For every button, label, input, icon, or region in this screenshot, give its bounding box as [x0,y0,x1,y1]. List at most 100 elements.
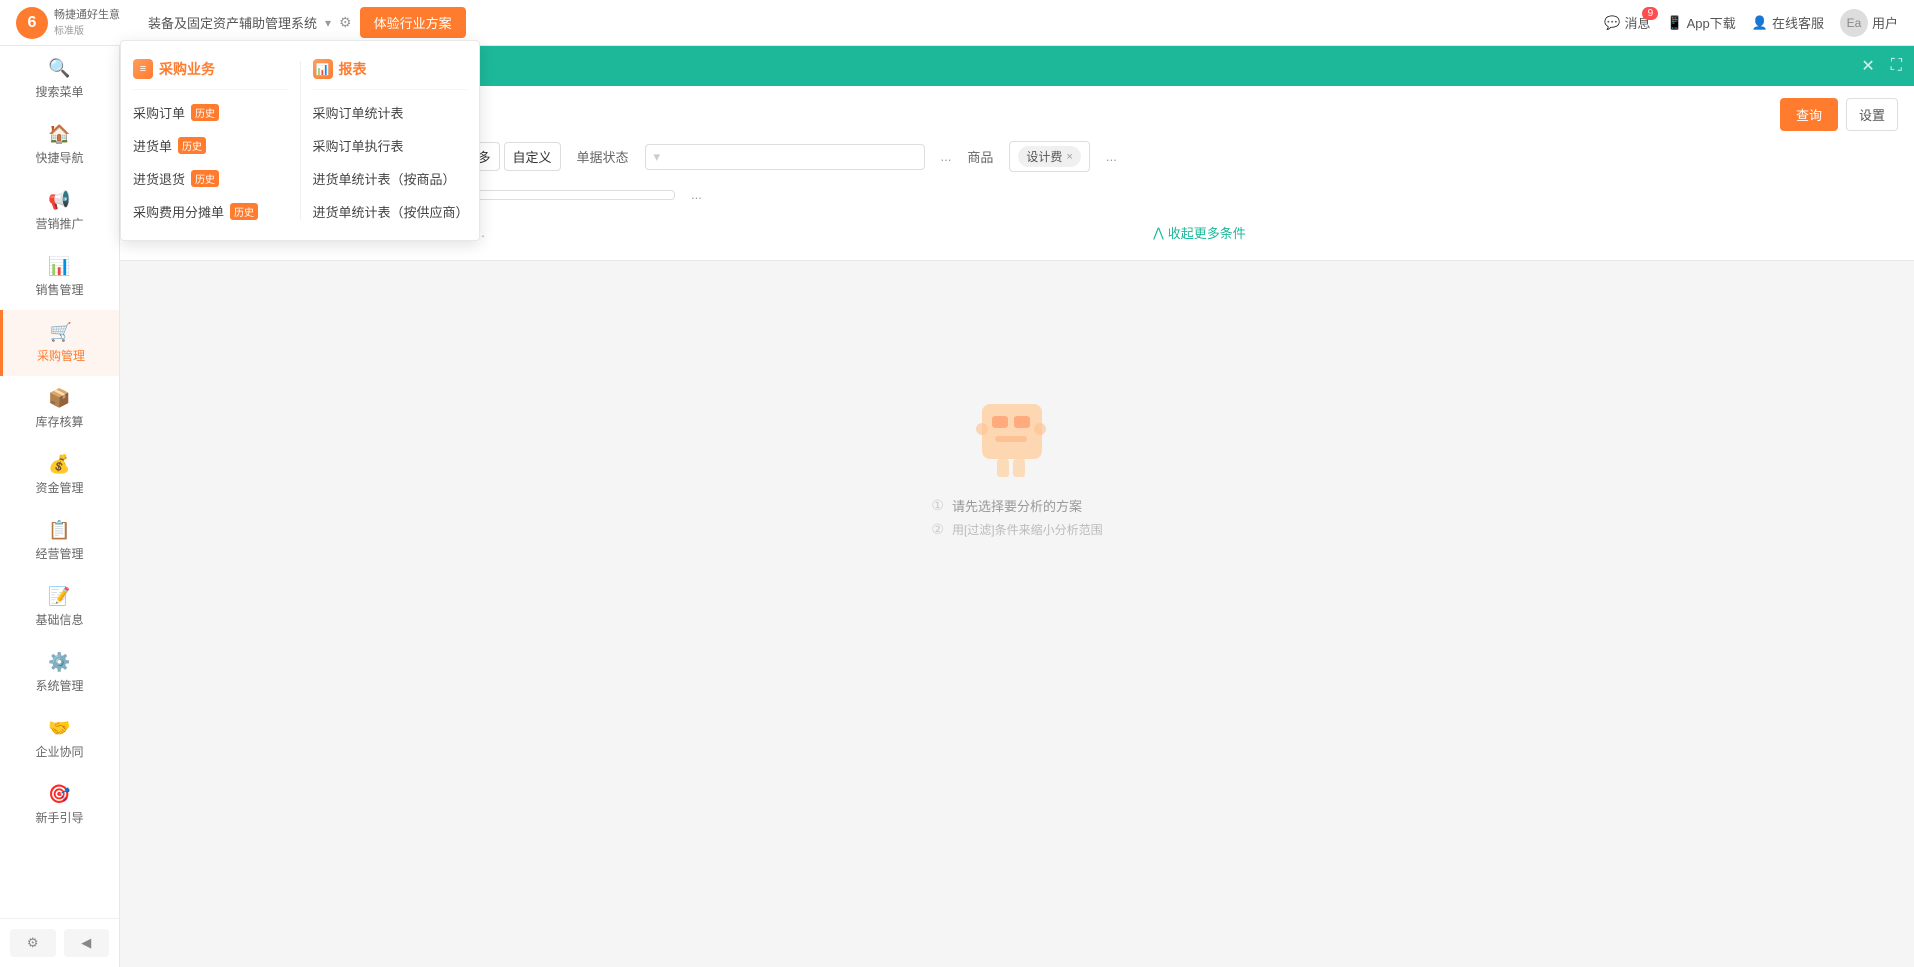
order-status-control[interactable]: ▾ [645,144,925,170]
history-badge-1: 历史 [178,137,206,154]
sidebar-item-sales[interactable]: 📊 销售管理 [0,244,119,310]
procurement-icon: 🛒 [50,322,72,343]
search-icon: 🔍 [48,58,70,79]
cooperation-icon: 🤝 [48,718,70,739]
avatar: Ea [1840,9,1868,37]
history-badge-2: 历史 [191,170,219,187]
sidebar-settings-icon: ⚙ [27,935,39,951]
dropdown-arrow-icon[interactable]: ▾ [325,16,331,30]
collapse-button[interactable]: ⋀ 收起更多条件 [1153,217,1246,248]
logo-icon: 6 [16,7,48,39]
header-right: 💬 消息 9 📱 App下载 👤 在线客服 Ea 用户 [1604,9,1898,37]
logo-title: 畅捷通好生意 [54,8,120,22]
dropdown-purchase-header: ≡ 采购业务 [133,53,288,90]
sidebar-item-guide[interactable]: 🎯 新手引导 [0,772,119,838]
sidebar-label-system: 系统管理 [35,677,83,694]
goods-label: 商品 [967,147,993,166]
sidebar-label-search: 搜索菜单 [35,83,83,100]
sidebar-collapse-icon: ◀ [81,935,91,951]
sidebar-label-inventory: 库存核算 [35,413,83,430]
sidebar-item-finance[interactable]: 💰 资金管理 [0,442,119,508]
inventory-icon: 📦 [48,388,70,409]
user-item[interactable]: Ea 用户 [1840,9,1898,37]
sidebar-item-quick-nav[interactable]: 🏠 快捷导航 [0,112,119,178]
dropdown-item-purchase-expense[interactable]: 采购费用分摊单 历史 [133,195,288,228]
goods-return-label: 进货退货 [133,169,185,188]
goods-dots[interactable]: ... [1106,149,1117,164]
purchase-header-icon: ≡ [133,59,153,79]
tab-bar-actions: ✕ ⛶ [1857,52,1906,80]
dropdown-item-purchase-order-exec[interactable]: 采购订单执行表 [313,129,468,162]
sidebar-item-cooperation[interactable]: 🤝 企业协同 [0,706,119,772]
sidebar-label-sales: 销售管理 [35,281,83,298]
dropdown-purchase-title: 采购业务 [159,59,215,79]
purchase-order-label: 采购订单 [133,103,185,122]
collapse-up-icon: ⋀ [1153,225,1164,241]
dropdown-reports-header: 📊 报表 [313,53,468,90]
app-download-item[interactable]: 📱 App下载 [1666,13,1735,32]
sidebar-footer: ⚙ ◀ [0,918,119,967]
sidebar-item-marketing[interactable]: 📢 营销推广 [0,178,119,244]
dropdown-reports-col: 📊 报表 采购订单统计表 采购订单执行表 进货单统计表（按商品） 进货单统计表（… [301,53,480,228]
online-service-label: 在线客服 [1772,13,1824,32]
date-custom-btn[interactable]: 自定义 [504,142,561,171]
empty-state: ① 请先选择要分析的方案 ② 用[过滤]条件来缩小分析范围 [120,261,1914,661]
phone-icon: 📱 [1666,15,1682,31]
goods-by-supplier-label: 进货单统计表（按供应商） [313,202,468,221]
goods-tag: 设计费 × [1018,146,1080,167]
user-label: 用户 [1872,13,1898,32]
reports-header-icon: 📊 [313,59,333,79]
settings-icon[interactable]: ⚙ [339,14,352,31]
dropdown-columns: ≡ 采购业务 采购订单 历史 进货单 历史 进货退货 历史 采购费用分摊单 历史 [121,53,479,228]
sidebar-label-basic-info: 基础信息 [35,611,83,628]
sidebar-item-procurement[interactable]: 🛒 采购管理 [0,310,119,376]
system-icon: ⚙️ [48,652,70,673]
dropdown-item-goods-return[interactable]: 进货退货 历史 [133,162,288,195]
purchase-expense-label: 采购费用分摊单 [133,202,224,221]
empty-illustration [957,384,1077,484]
trial-button[interactable]: 体验行业方案 [360,7,466,38]
sidebar-item-search[interactable]: 🔍 搜索菜单 [0,46,119,112]
logo-sub: 标准版 [54,22,120,37]
sidebar-collapse-btn[interactable]: ◀ [64,929,110,957]
sidebar-item-system[interactable]: ⚙️ 系统管理 [0,640,119,706]
finance-icon: 💰 [48,454,70,475]
hint-bullet-1: ① [931,497,944,514]
settings-button[interactable]: 设置 [1846,98,1898,131]
dropdown-item-goods-receipt[interactable]: 进货单 历史 [133,129,288,162]
order-status-label: 单据状态 [577,147,629,166]
sidebar-label-guide: 新手引导 [35,809,83,826]
sidebar-settings-btn[interactable]: ⚙ [10,929,56,957]
system-title: 装备及固定资产辅助管理系统 [148,13,317,32]
goods-by-product-label: 进货单统计表（按商品） [313,169,456,188]
salesperson-dots[interactable]: ... [691,187,702,202]
dropdown-item-goods-by-product[interactable]: 进货单统计表（按商品） [313,162,468,195]
goods-control[interactable]: 设计费 × [1009,141,1089,172]
goods-receipt-label: 进货单 [133,136,172,155]
sidebar-label-operations: 经营管理 [35,545,83,562]
online-service-item[interactable]: 👤 在线客服 [1752,13,1824,32]
app-download-label: App下载 [1687,13,1736,32]
sidebar-item-basic-info[interactable]: 📝 基础信息 [0,574,119,640]
dropdown-purchase-col: ≡ 采购业务 采购订单 历史 进货单 历史 进货退货 历史 采购费用分摊单 历史 [121,53,300,228]
marketing-icon: 📢 [48,190,70,211]
order-status-dots[interactable]: ... [941,149,952,164]
dropdown-item-purchase-order-stats[interactable]: 采购订单统计表 [313,96,468,129]
history-badge-0: 历史 [191,104,219,121]
goods-tag-close[interactable]: × [1066,151,1072,163]
sidebar-label-quick-nav: 快捷导航 [35,149,83,166]
sidebar-label-procurement: 采购管理 [37,347,85,364]
tab-expand-icon[interactable]: ⛶ [1887,53,1906,79]
history-badge-3: 历史 [230,203,258,220]
query-button[interactable]: 查询 [1780,98,1838,131]
purchase-order-exec-label: 采购订单执行表 [313,136,404,155]
sidebar-label-marketing: 营销推广 [35,215,83,232]
empty-hint-1: 请先选择要分析的方案 [952,496,1082,515]
message-item[interactable]: 💬 消息 9 [1604,13,1650,32]
sidebar-item-operations[interactable]: 📋 经营管理 [0,508,119,574]
dropdown-item-goods-by-supplier[interactable]: 进货单统计表（按供应商） [313,195,468,228]
dropdown-item-purchase-order[interactable]: 采购订单 历史 [133,96,288,129]
tab-close-all-icon[interactable]: ✕ [1857,52,1878,80]
procurement-dropdown-menu: ≡ 采购业务 采购订单 历史 进货单 历史 进货退货 历史 采购费用分摊单 历史 [120,40,480,241]
sidebar-item-inventory[interactable]: 📦 库存核算 [0,376,119,442]
